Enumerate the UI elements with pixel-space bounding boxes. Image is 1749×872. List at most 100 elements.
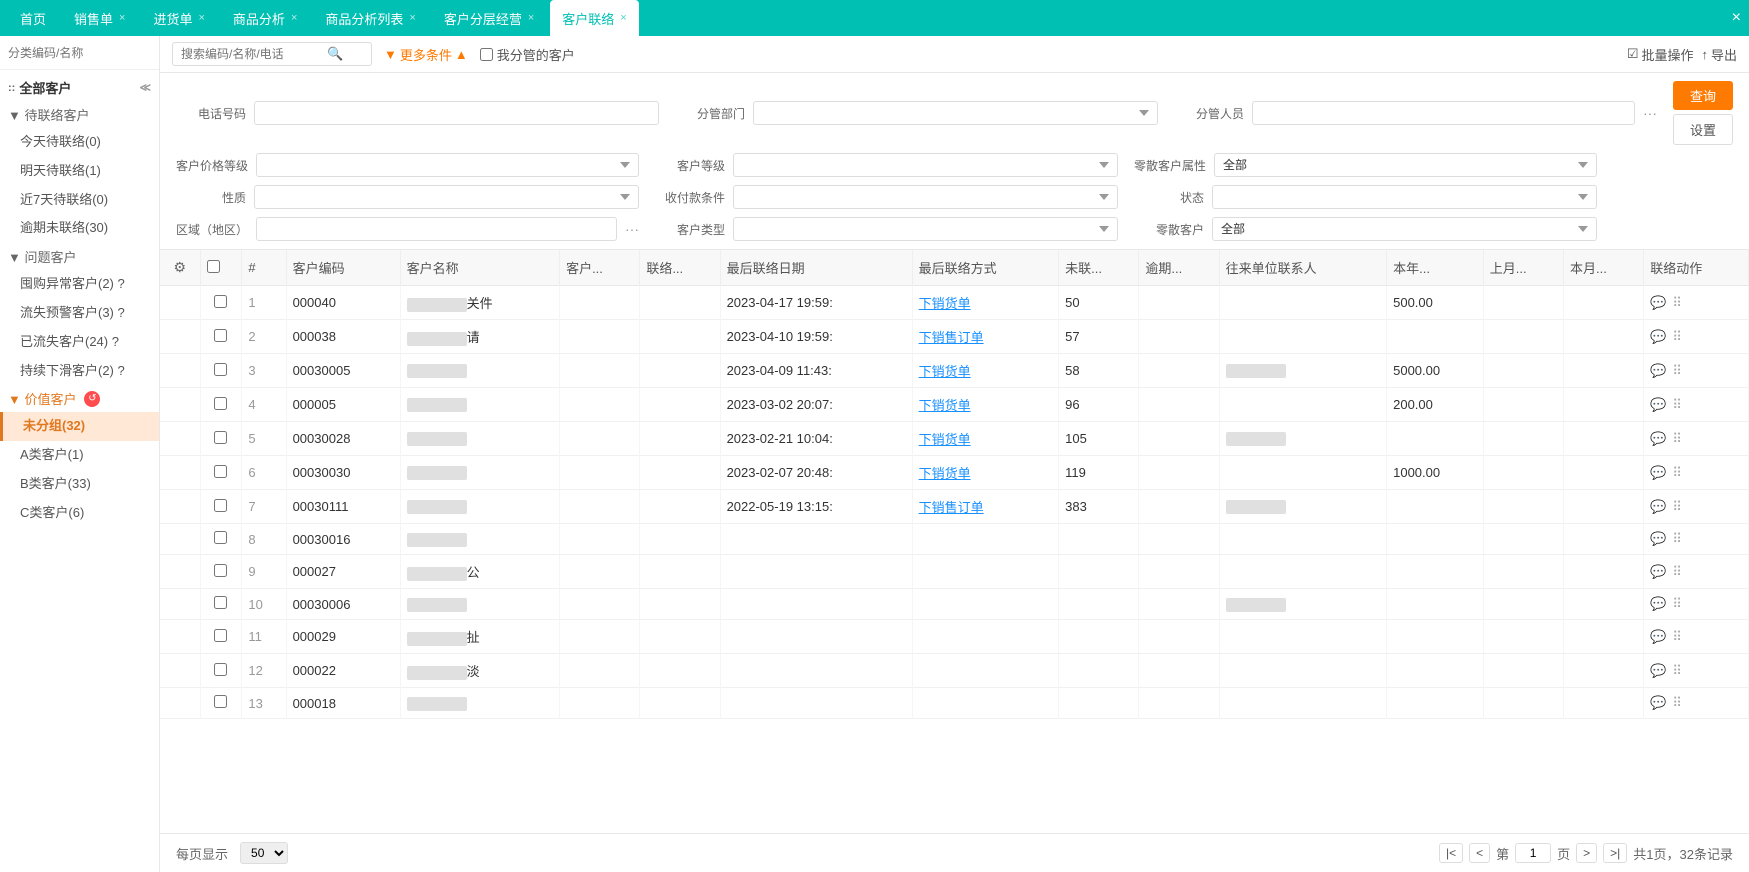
row-checkbox[interactable] <box>214 431 227 444</box>
more-icon[interactable]: ⠿ <box>1672 295 1682 311</box>
row-checkbox[interactable] <box>214 397 227 410</box>
chat-icon[interactable]: 💬 <box>1650 363 1666 379</box>
last-contact-method-link[interactable]: 下销货单 <box>919 364 971 379</box>
tab-sales-close[interactable]: × <box>119 12 125 24</box>
row-checkbox[interactable] <box>214 629 227 642</box>
chat-icon[interactable]: 💬 <box>1650 329 1666 345</box>
close-all-button[interactable]: × <box>1732 9 1741 27</box>
filter-retail-customer-select[interactable]: 全部 <box>1212 217 1597 241</box>
chat-icon[interactable]: 💬 <box>1650 629 1666 645</box>
sidebar-item-tomorrow[interactable]: 明天待联络(1) <box>0 157 159 186</box>
sidebar-item-group-c[interactable]: C类客户(6) <box>0 499 159 528</box>
last-contact-method-link[interactable]: 下销货单 <box>919 296 971 311</box>
filter-customer-type-select[interactable] <box>733 217 1118 241</box>
chat-icon[interactable]: 💬 <box>1650 564 1666 580</box>
last-contact-method-link[interactable]: 下销货单 <box>919 466 971 481</box>
sidebar-item-declining[interactable]: 持续下滑客户(2) ? <box>0 357 159 386</box>
chat-icon[interactable]: 💬 <box>1650 663 1666 679</box>
settings-icon[interactable]: ⚙ <box>173 259 186 275</box>
filter-phone-input[interactable] <box>254 101 659 125</box>
filter-region-dots[interactable]: ··· <box>625 221 639 237</box>
col-last-contact-date[interactable]: 最后联络日期 <box>720 250 912 286</box>
problem-customers-group[interactable]: ▼ 问题客户 <box>0 243 159 270</box>
bulk-operation-button[interactable]: ☑ 批量操作 <box>1627 45 1694 64</box>
row-checkbox[interactable] <box>214 465 227 478</box>
my-customers-checkbox-group[interactable]: 我分管的客户 <box>480 45 575 64</box>
tab-customer-tier-close[interactable]: × <box>528 12 534 24</box>
filter-region-input[interactable] <box>256 217 617 241</box>
col-code[interactable]: 客户编码 <box>286 250 400 286</box>
chat-icon[interactable]: 💬 <box>1650 431 1666 447</box>
tab-customer-contact-close[interactable]: × <box>620 12 626 24</box>
tab-product-analysis-list[interactable]: 商品分析列表 × <box>313 0 427 36</box>
query-button[interactable]: 查询 <box>1673 81 1733 110</box>
export-button[interactable]: ↑ 导出 <box>1701 45 1737 64</box>
col-last-month[interactable]: 上月... <box>1483 250 1563 286</box>
page-last-button[interactable]: >| <box>1603 843 1627 863</box>
col-action[interactable]: 联络动作 <box>1644 250 1749 286</box>
col-settings[interactable]: ⚙ <box>160 250 200 286</box>
filter-retail-attr-select[interactable]: 全部 <box>1214 153 1597 177</box>
more-icon[interactable]: ⠿ <box>1672 363 1682 379</box>
sidebar-item-churn-risk[interactable]: 流失预警客户(3) ? <box>0 299 159 328</box>
sidebar-item-unclassified[interactable]: 未分组(32) <box>0 412 159 441</box>
tab-sales[interactable]: 销售单 × <box>62 0 137 36</box>
more-icon[interactable]: ⠿ <box>1672 564 1682 580</box>
sidebar-item-lost[interactable]: 已流失客户(24) ? <box>0 328 159 357</box>
sidebar-item-today[interactable]: 今天待联络(0) <box>0 128 159 157</box>
tab-product-analysis-list-close[interactable]: × <box>409 12 415 24</box>
row-checkbox[interactable] <box>214 564 227 577</box>
last-contact-method-link[interactable]: 下销售订单 <box>919 330 984 345</box>
sidebar-item-overdue[interactable]: 逾期未联络(30) <box>0 214 159 243</box>
page-first-button[interactable]: |< <box>1439 843 1463 863</box>
more-filter-button[interactable]: ▼ 更多条件 ▲ <box>384 45 468 64</box>
tab-purchase-close[interactable]: × <box>198 12 204 24</box>
per-page-select[interactable]: 50 <box>240 842 288 864</box>
page-input[interactable] <box>1515 843 1551 863</box>
more-icon[interactable]: ⠿ <box>1672 397 1682 413</box>
chat-icon[interactable]: 💬 <box>1650 499 1666 515</box>
col-this-month[interactable]: 本月... <box>1563 250 1643 286</box>
col-last-contact-method[interactable]: 最后联络方式 <box>912 250 1059 286</box>
more-icon[interactable]: ⠿ <box>1672 596 1682 612</box>
more-icon[interactable]: ⠿ <box>1672 329 1682 345</box>
more-icon[interactable]: ⠿ <box>1672 499 1682 515</box>
last-contact-method-link[interactable]: 下销售订单 <box>919 500 984 515</box>
main-search-input[interactable] <box>181 47 321 61</box>
row-checkbox[interactable] <box>214 295 227 308</box>
col-checkbox-header[interactable] <box>200 250 242 286</box>
pending-contact-group[interactable]: ▼ 待联络客户 <box>0 101 159 128</box>
col-type[interactable]: 客户... <box>560 250 640 286</box>
sidebar-item-abnormal[interactable]: 囤购异常客户(2) ? <box>0 270 159 299</box>
tab-purchase[interactable]: 进货单 × <box>141 0 216 36</box>
more-icon[interactable]: ⠿ <box>1672 663 1682 679</box>
filter-person-input[interactable] <box>1252 101 1635 125</box>
filter-status-select[interactable] <box>1212 185 1597 209</box>
more-icon[interactable]: ⠿ <box>1672 531 1682 547</box>
main-search-icon[interactable]: 🔍 <box>327 46 343 62</box>
col-name[interactable]: 客户名称 <box>400 250 559 286</box>
sidebar-item-group-b[interactable]: B类客户(33) <box>0 470 159 499</box>
sidebar-item-group-a[interactable]: A类客户(1) <box>0 441 159 470</box>
page-prev-button[interactable]: < <box>1469 843 1490 863</box>
chat-icon[interactable]: 💬 <box>1650 295 1666 311</box>
col-contact[interactable]: 联络... <box>640 250 720 286</box>
filter-payment-select[interactable] <box>733 185 1118 209</box>
more-icon[interactable]: ⠿ <box>1672 431 1682 447</box>
more-icon[interactable]: ⠿ <box>1672 695 1682 711</box>
my-customers-checkbox[interactable] <box>480 48 493 61</box>
value-customers-group[interactable]: ▼ 价值客户 ↺ <box>0 385 159 412</box>
filter-price-level-select[interactable] <box>256 153 639 177</box>
row-checkbox[interactable] <box>214 531 227 544</box>
chat-icon[interactable]: 💬 <box>1650 465 1666 481</box>
row-checkbox[interactable] <box>214 695 227 708</box>
all-customers-header[interactable]: :: 全部客户 ≪ <box>0 70 159 101</box>
last-contact-method-link[interactable]: 下销货单 <box>919 398 971 413</box>
collapse-icon[interactable]: ≪ <box>139 81 151 94</box>
filter-dept-select[interactable] <box>753 101 1158 125</box>
tab-customer-contact[interactable]: 客户联络 × <box>550 0 638 36</box>
reset-button[interactable]: 设置 <box>1673 114 1733 145</box>
filter-customer-level-select[interactable] <box>733 153 1118 177</box>
last-contact-method-link[interactable]: 下销货单 <box>919 432 971 447</box>
row-checkbox[interactable] <box>214 663 227 676</box>
